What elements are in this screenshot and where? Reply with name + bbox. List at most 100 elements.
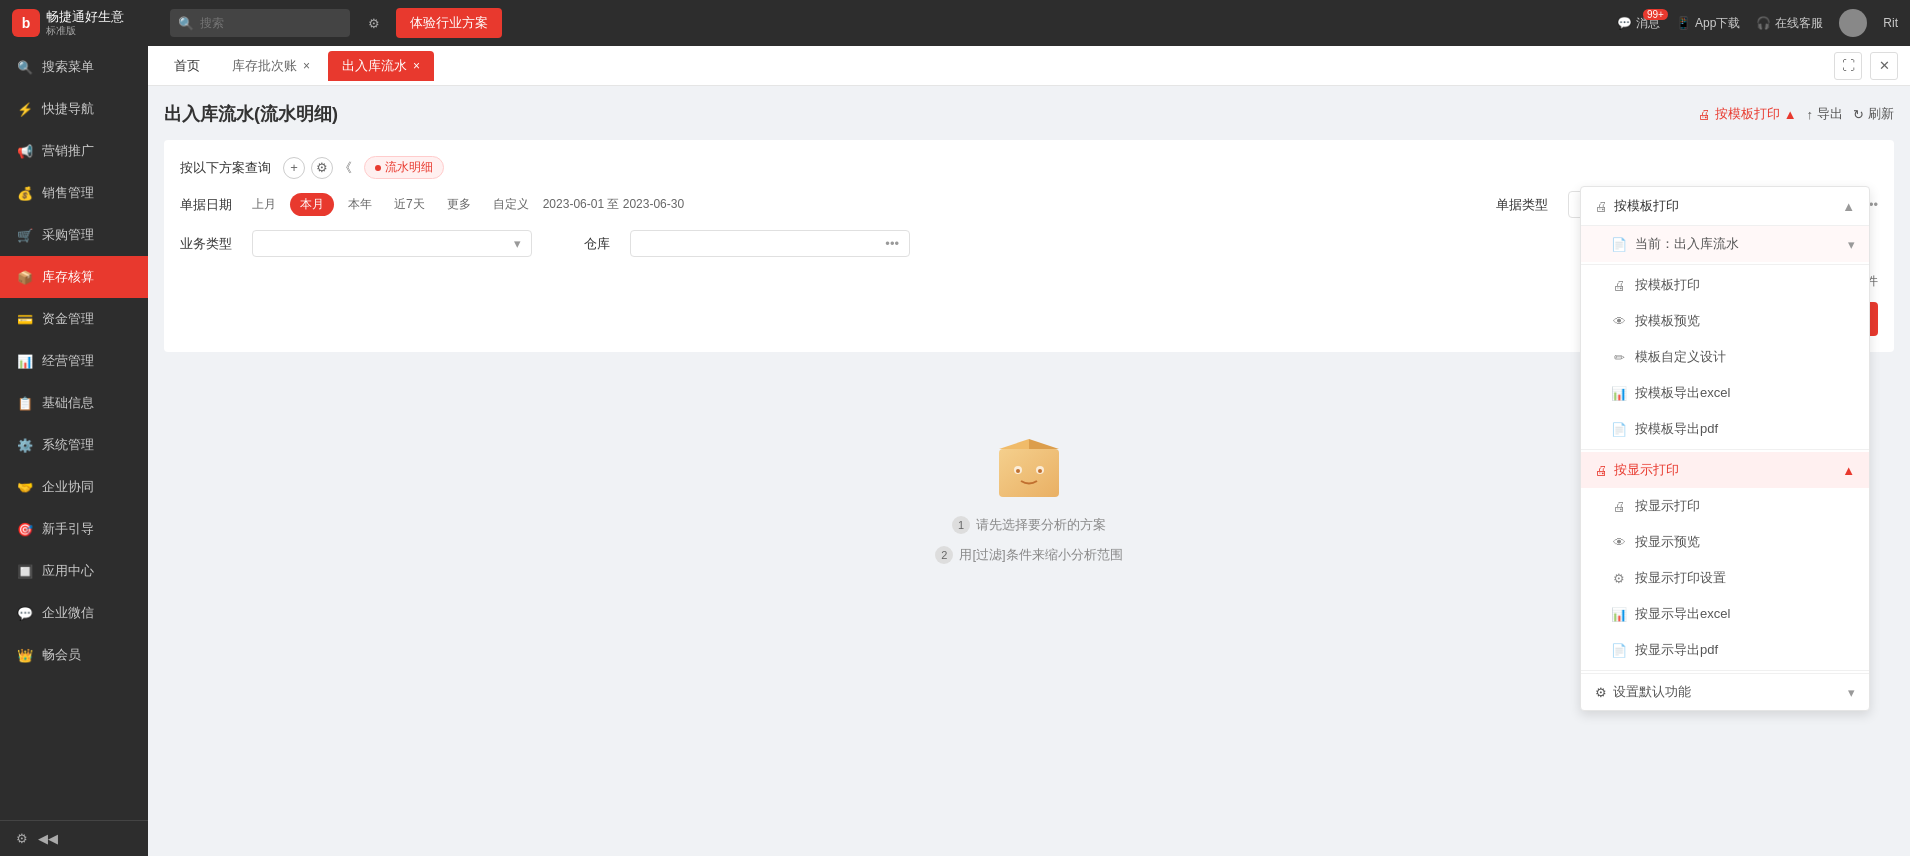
message-badge: 99+ — [1643, 9, 1668, 20]
date-btn-current-year[interactable]: 本年 — [340, 193, 380, 216]
system-icon: ⚙️ — [16, 436, 34, 454]
trial-button[interactable]: 体验行业方案 — [396, 8, 502, 38]
filter-tag-label: 流水明细 — [385, 159, 433, 176]
filter-collapse-left[interactable]: 《 — [339, 159, 352, 177]
sidebar-item-purchase[interactable]: 🛒 采购管理 — [0, 214, 148, 256]
template-custom-icon: ✏ — [1611, 349, 1627, 365]
guide-icon: 🎯 — [16, 520, 34, 538]
empty-step2-text: 用[过滤]条件来缩小分析范围 — [959, 546, 1122, 564]
dropdown-display-section[interactable]: 🖨 按显示打印 ▲ — [1581, 452, 1869, 488]
online-service-btn[interactable]: 🎧 在线客服 — [1756, 15, 1823, 32]
tab-batch-ledger[interactable]: 库存批次账 × — [218, 51, 324, 81]
app-icon: 📱 — [1676, 16, 1691, 30]
search-input[interactable] — [200, 16, 320, 30]
sidebar-item-system[interactable]: ⚙️ 系统管理 — [0, 424, 148, 466]
quick-nav-icon: ⚡ — [16, 100, 34, 118]
dropdown-item-display-preview[interactable]: 👁 按显示预览 — [1581, 524, 1869, 560]
refresh-btn[interactable]: ↻ 刷新 — [1853, 105, 1894, 123]
sidebar-item-finance[interactable]: 💳 资金管理 — [0, 298, 148, 340]
date-btn-custom[interactable]: 自定义 — [485, 193, 537, 216]
display-preview-label: 按显示预览 — [1635, 533, 1700, 551]
sidebar-collapse-icon[interactable]: ◀◀ — [38, 831, 58, 846]
page-title: 出入库流水(流水明细) — [164, 102, 338, 126]
filter-add-btn[interactable]: + — [283, 157, 305, 179]
svg-marker-2 — [1029, 439, 1059, 449]
vip-icon: 👑 — [16, 646, 34, 664]
biz-type-select[interactable]: ▾ — [252, 230, 532, 257]
filter-row-1: 按以下方案查询 + ⚙ 《 流水明细 — [180, 156, 1878, 179]
sidebar-label-marketing: 营销推广 — [42, 142, 94, 160]
export-btn[interactable]: ↑ 导出 — [1807, 105, 1844, 123]
user-avatar[interactable] — [1839, 9, 1867, 37]
sidebar-label-enterprise-coop: 企业协同 — [42, 478, 94, 496]
message-icon: 💬 — [1617, 16, 1632, 30]
date-btn-prev-month[interactable]: 上月 — [244, 193, 284, 216]
app-download-label: App下载 — [1695, 15, 1740, 32]
tab-bar: 首页 库存批次账 × 出入库流水 × ⛶ ✕ — [148, 46, 1910, 86]
display-print-label: 按显示打印 — [1635, 497, 1700, 515]
dropdown-item-template-excel[interactable]: 📊 按模板导出excel — [1581, 375, 1869, 411]
warehouse-select[interactable]: ••• — [630, 230, 910, 257]
tab-maximize-btn[interactable]: ⛶ — [1834, 52, 1862, 80]
tab-batch-ledger-close[interactable]: × — [303, 59, 310, 73]
filter-settings-btn[interactable]: ⚙ — [311, 157, 333, 179]
settings-icon-btn[interactable]: ⚙ — [360, 9, 388, 37]
dropdown-item-template-preview[interactable]: 👁 按模板预览 — [1581, 303, 1869, 339]
warehouse-more-icon[interactable]: ••• — [885, 236, 899, 251]
tab-flow[interactable]: 出入库流水 × — [328, 51, 434, 81]
sidebar-item-sales[interactable]: 💰 销售管理 — [0, 172, 148, 214]
search-icon: 🔍 — [178, 16, 194, 31]
print-dropdown-panel: 🖨 按模板打印 ▲ 📄 当前：出入库流水 ▾ 🖨 — [1580, 186, 1870, 711]
dropdown-item-template-pdf[interactable]: 📄 按模板导出pdf — [1581, 411, 1869, 447]
sidebar-item-search-menu[interactable]: 🔍 搜索菜单 — [0, 46, 148, 88]
sidebar-item-enterprise-coop[interactable]: 🤝 企业协同 — [0, 466, 148, 508]
search-bar[interactable]: 🔍 — [170, 9, 350, 37]
print-template-btn[interactable]: 🖨 按模板打印 ▲ — [1698, 105, 1797, 123]
sidebar-settings-icon[interactable]: ⚙ — [16, 831, 28, 846]
sidebar-label-app-center: 应用中心 — [42, 562, 94, 580]
sidebar-label-vip: 畅会员 — [42, 646, 81, 664]
sidebar-label-sales: 销售管理 — [42, 184, 94, 202]
empty-step-1: 1 请先选择要分析的方案 — [952, 516, 1106, 534]
tab-flow-close[interactable]: × — [413, 59, 420, 73]
dropdown-item-template-print[interactable]: 🖨 按模板打印 — [1581, 267, 1869, 303]
display-settings-icon: ⚙ — [1611, 570, 1627, 586]
sidebar-item-guide[interactable]: 🎯 新手引导 — [0, 508, 148, 550]
dropdown-header-arrow[interactable]: ▲ — [1842, 199, 1855, 214]
dropdown-item-display-excel[interactable]: 📊 按显示导出excel — [1581, 596, 1869, 632]
page-actions: 🖨 按模板打印 ▲ ↑ 导出 ↻ 刷新 — [1698, 105, 1894, 123]
doc-icon: 📄 — [1611, 237, 1627, 252]
tab-close-btn[interactable]: ✕ — [1870, 52, 1898, 80]
dropdown-item-display-settings[interactable]: ⚙ 按显示打印设置 — [1581, 560, 1869, 596]
sidebar-item-inventory[interactable]: 📦 库存核算 — [0, 256, 148, 298]
date-btn-more[interactable]: 更多 — [439, 193, 479, 216]
dropdown-item-template-custom[interactable]: ✏ 模板自定义设计 — [1581, 339, 1869, 375]
biz-type-label: 业务类型 — [180, 235, 232, 253]
sidebar-label-guide: 新手引导 — [42, 520, 94, 538]
sidebar-item-marketing[interactable]: 📢 营销推广 — [0, 130, 148, 172]
date-btn-current-month[interactable]: 本月 — [290, 193, 334, 216]
sidebar-item-enterprise-wechat[interactable]: 💬 企业微信 — [0, 592, 148, 634]
logo-area: b 畅捷通好生意 标准版 — [12, 9, 160, 37]
brand-name: 畅捷通好生意 — [46, 9, 124, 25]
dropdown-current-template[interactable]: 📄 当前：出入库流水 ▾ — [1581, 226, 1869, 262]
sidebar-label-purchase: 采购管理 — [42, 226, 94, 244]
sidebar-item-app-center[interactable]: 🔲 应用中心 — [0, 550, 148, 592]
dropdown-item-display-pdf[interactable]: 📄 按显示导出pdf — [1581, 632, 1869, 668]
dropdown-footer[interactable]: ⚙ 设置默认功能 ▾ — [1581, 673, 1869, 710]
sidebar-item-quick-nav[interactable]: ⚡ 快捷导航 — [0, 88, 148, 130]
app-download-btn[interactable]: 📱 App下载 — [1676, 15, 1740, 32]
dropdown-item-display-print[interactable]: 🖨 按显示打印 — [1581, 488, 1869, 524]
sidebar-scroll: 🔍 搜索菜单 ⚡ 快捷导航 📢 营销推广 💰 销售管理 🛒 采购管理 📦 — [0, 46, 148, 820]
sidebar-item-vip[interactable]: 👑 畅会员 — [0, 634, 148, 676]
filter-tag[interactable]: 流水明细 — [364, 156, 444, 179]
date-btn-last-7-days[interactable]: 近7天 — [386, 193, 433, 216]
template-pdf-icon: 📄 — [1611, 421, 1627, 437]
sidebar-item-operations[interactable]: 📊 经营管理 — [0, 340, 148, 382]
inventory-icon: 📦 — [16, 268, 34, 286]
warehouse-label: 仓库 — [584, 235, 610, 253]
footer-label: 设置默认功能 — [1613, 683, 1691, 701]
message-btn[interactable]: 💬 消息 99+ — [1617, 15, 1660, 32]
tab-home[interactable]: 首页 — [160, 51, 214, 81]
sidebar-item-basic-info[interactable]: 📋 基础信息 — [0, 382, 148, 424]
